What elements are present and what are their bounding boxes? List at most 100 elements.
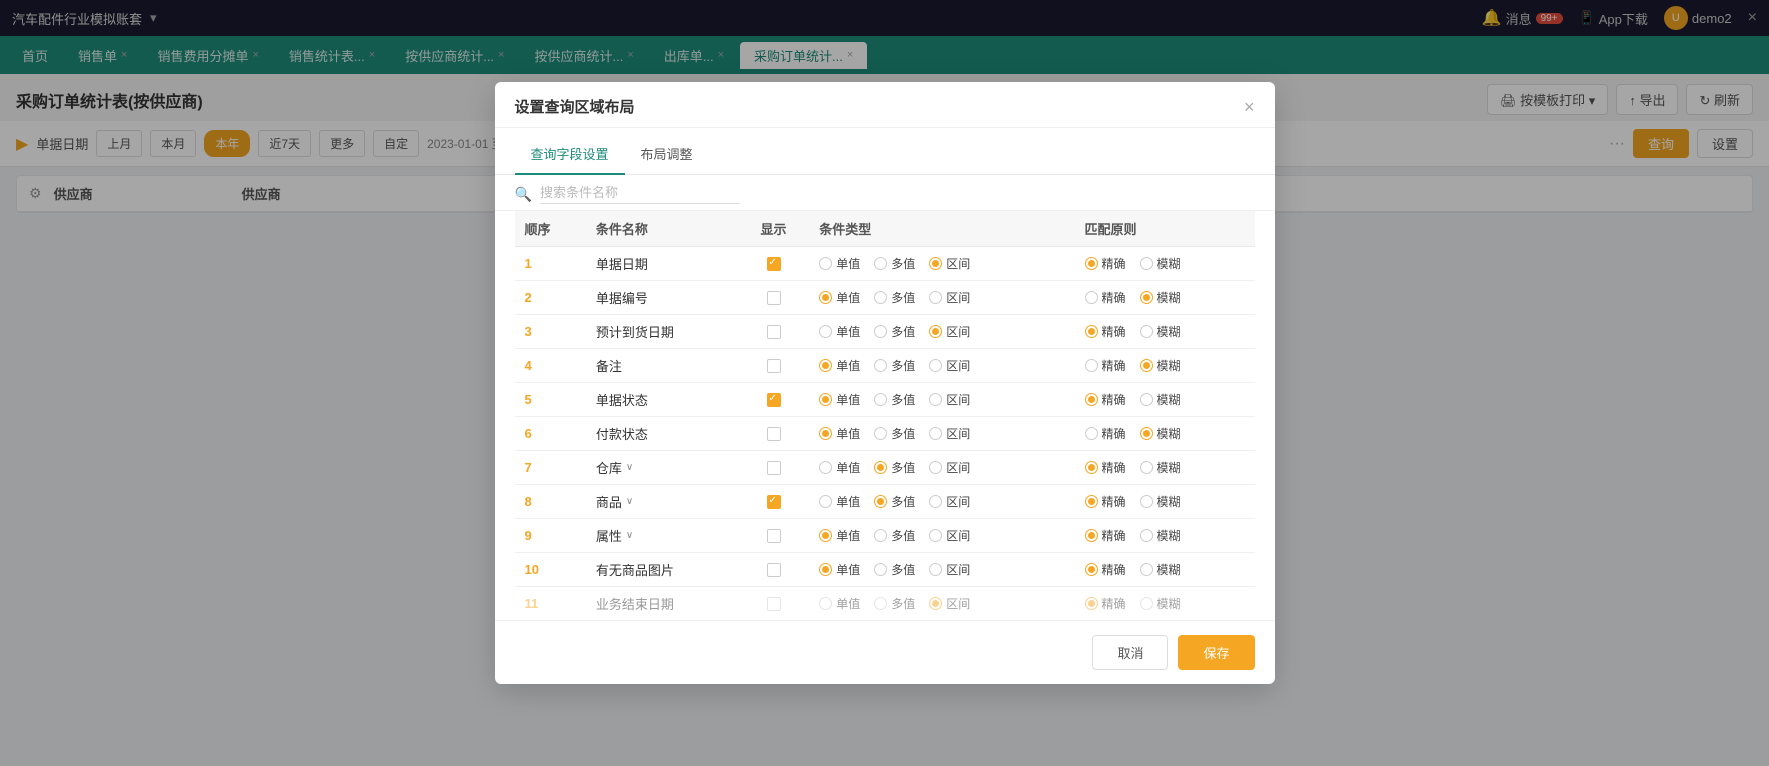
table-row: 5单据状态单值多值区间精确模糊 [515, 383, 1255, 417]
row-show-checkbox[interactable] [738, 417, 809, 451]
row-name: 属性 ∨ [586, 519, 738, 553]
table-row: 8商品 ∨单值多值区间精确模糊 [515, 485, 1255, 519]
radio-type-区间[interactable]: 区间 [929, 255, 970, 272]
radio-match-模糊[interactable]: 模糊 [1140, 425, 1181, 442]
radio-match-精确[interactable]: 精确 [1085, 493, 1126, 510]
search-icon: 🔍 [515, 186, 532, 203]
radio-match-模糊[interactable]: 模糊 [1140, 255, 1181, 272]
radio-match-模糊[interactable]: 模糊 [1140, 561, 1181, 578]
table-row: 9属性 ∨单值多值区间精确模糊 [515, 519, 1255, 553]
row-show-checkbox[interactable] [738, 247, 809, 281]
row-show-checkbox[interactable] [738, 315, 809, 349]
radio-type-单值[interactable]: 单值 [819, 459, 860, 476]
row-order: 5 [515, 383, 586, 417]
radio-type-区间[interactable]: 区间 [929, 527, 970, 544]
radio-match-精确[interactable]: 精确 [1085, 425, 1126, 442]
row-show-checkbox[interactable] [738, 451, 809, 485]
row-show-checkbox[interactable] [738, 519, 809, 553]
tab-layout-adjust[interactable]: 布局调整 [625, 138, 709, 175]
radio-type-多值[interactable]: 多值 [874, 425, 915, 442]
radio-match-模糊[interactable]: 模糊 [1140, 527, 1181, 544]
save-btn[interactable]: 保存 [1178, 635, 1254, 670]
table-header-row: 顺序 条件名称 显示 条件类型 匹配原则 [515, 211, 1255, 247]
radio-match-精确[interactable]: 精确 [1085, 561, 1126, 578]
radio-type-单值[interactable]: 单值 [819, 357, 860, 374]
radio-match-精确[interactable]: 精确 [1085, 391, 1126, 408]
row-type: 单值多值区间 [809, 485, 1074, 519]
modal-close-btn[interactable]: × [1244, 98, 1255, 116]
row-show-checkbox[interactable] [738, 383, 809, 417]
row-show-checkbox[interactable] [738, 485, 809, 519]
cancel-btn[interactable]: 取消 [1092, 635, 1168, 670]
settings-modal: 设置查询区域布局 × 查询字段设置 布局调整 🔍 顺序 条件名称 显示 条件类型 [495, 82, 1275, 684]
table-row: 10有无商品图片单值多值区间精确模糊 [515, 553, 1255, 587]
radio-type-单值[interactable]: 单值 [819, 289, 860, 306]
row-show-checkbox[interactable] [738, 349, 809, 383]
radio-type-多值[interactable]: 多值 [874, 561, 915, 578]
radio-match-模糊[interactable]: 模糊 [1140, 289, 1181, 306]
radio-match-精确[interactable]: 精确 [1085, 357, 1126, 374]
table-row: 2单据编号单值多值区间精确模糊 [515, 281, 1255, 315]
radio-type-单值[interactable]: 单值 [819, 527, 860, 544]
radio-type-单值[interactable]: 单值 [819, 595, 860, 612]
radio-type-单值[interactable]: 单值 [819, 255, 860, 272]
row-order: 3 [515, 315, 586, 349]
radio-type-单值[interactable]: 单值 [819, 391, 860, 408]
row-match: 精确模糊 [1075, 247, 1255, 281]
radio-type-区间[interactable]: 区间 [929, 561, 970, 578]
radio-type-单值[interactable]: 单值 [819, 425, 860, 442]
row-show-checkbox[interactable] [738, 553, 809, 587]
radio-match-精确[interactable]: 精确 [1085, 255, 1126, 272]
row-name: 业务结束日期 [586, 587, 738, 621]
table-row: 3预计到货日期单值多值区间精确模糊 [515, 315, 1255, 349]
row-type: 单值多值区间 [809, 281, 1074, 315]
table-row: 11业务结束日期单值多值区间精确模糊 [515, 587, 1255, 621]
row-order: 7 [515, 451, 586, 485]
th-name: 条件名称 [586, 211, 738, 247]
radio-match-模糊[interactable]: 模糊 [1140, 323, 1181, 340]
radio-type-单值[interactable]: 单值 [819, 561, 860, 578]
row-type: 单值多值区间 [809, 519, 1074, 553]
table-row: 1单据日期单值多值区间精确模糊 [515, 247, 1255, 281]
th-match: 匹配原则 [1075, 211, 1255, 247]
radio-match-模糊[interactable]: 模糊 [1140, 391, 1181, 408]
tab-query-fields[interactable]: 查询字段设置 [515, 138, 625, 175]
radio-match-模糊[interactable]: 模糊 [1140, 493, 1181, 510]
radio-type-单值[interactable]: 单值 [819, 323, 860, 340]
radio-type-区间[interactable]: 区间 [929, 357, 970, 374]
row-match: 精确模糊 [1075, 383, 1255, 417]
radio-match-精确[interactable]: 精确 [1085, 595, 1126, 612]
row-order: 8 [515, 485, 586, 519]
radio-type-区间[interactable]: 区间 [929, 391, 970, 408]
radio-match-模糊[interactable]: 模糊 [1140, 357, 1181, 374]
radio-type-多值[interactable]: 多值 [874, 289, 915, 306]
radio-type-多值[interactable]: 多值 [874, 493, 915, 510]
th-type: 条件类型 [809, 211, 1074, 247]
radio-type-区间[interactable]: 区间 [929, 493, 970, 510]
radio-match-精确[interactable]: 精确 [1085, 527, 1126, 544]
radio-type-区间[interactable]: 区间 [929, 289, 970, 306]
radio-type-区间[interactable]: 区间 [929, 459, 970, 476]
radio-match-模糊[interactable]: 模糊 [1140, 459, 1181, 476]
search-input[interactable] [540, 185, 740, 204]
radio-match-模糊[interactable]: 模糊 [1140, 595, 1181, 612]
radio-type-区间[interactable]: 区间 [929, 425, 970, 442]
row-name: 预计到货日期 [586, 315, 738, 349]
radio-type-多值[interactable]: 多值 [874, 527, 915, 544]
radio-type-多值[interactable]: 多值 [874, 357, 915, 374]
row-type: 单值多值区间 [809, 587, 1074, 621]
radio-match-精确[interactable]: 精确 [1085, 289, 1126, 306]
radio-type-多值[interactable]: 多值 [874, 323, 915, 340]
radio-type-多值[interactable]: 多值 [874, 595, 915, 612]
row-show-checkbox[interactable] [738, 587, 809, 621]
row-type: 单值多值区间 [809, 315, 1074, 349]
radio-match-精确[interactable]: 精确 [1085, 323, 1126, 340]
radio-type-多值[interactable]: 多值 [874, 255, 915, 272]
radio-type-区间[interactable]: 区间 [929, 595, 970, 612]
radio-type-多值[interactable]: 多值 [874, 459, 915, 476]
row-show-checkbox[interactable] [738, 281, 809, 315]
radio-type-单值[interactable]: 单值 [819, 493, 860, 510]
radio-type-多值[interactable]: 多值 [874, 391, 915, 408]
radio-type-区间[interactable]: 区间 [929, 323, 970, 340]
radio-match-精确[interactable]: 精确 [1085, 459, 1126, 476]
